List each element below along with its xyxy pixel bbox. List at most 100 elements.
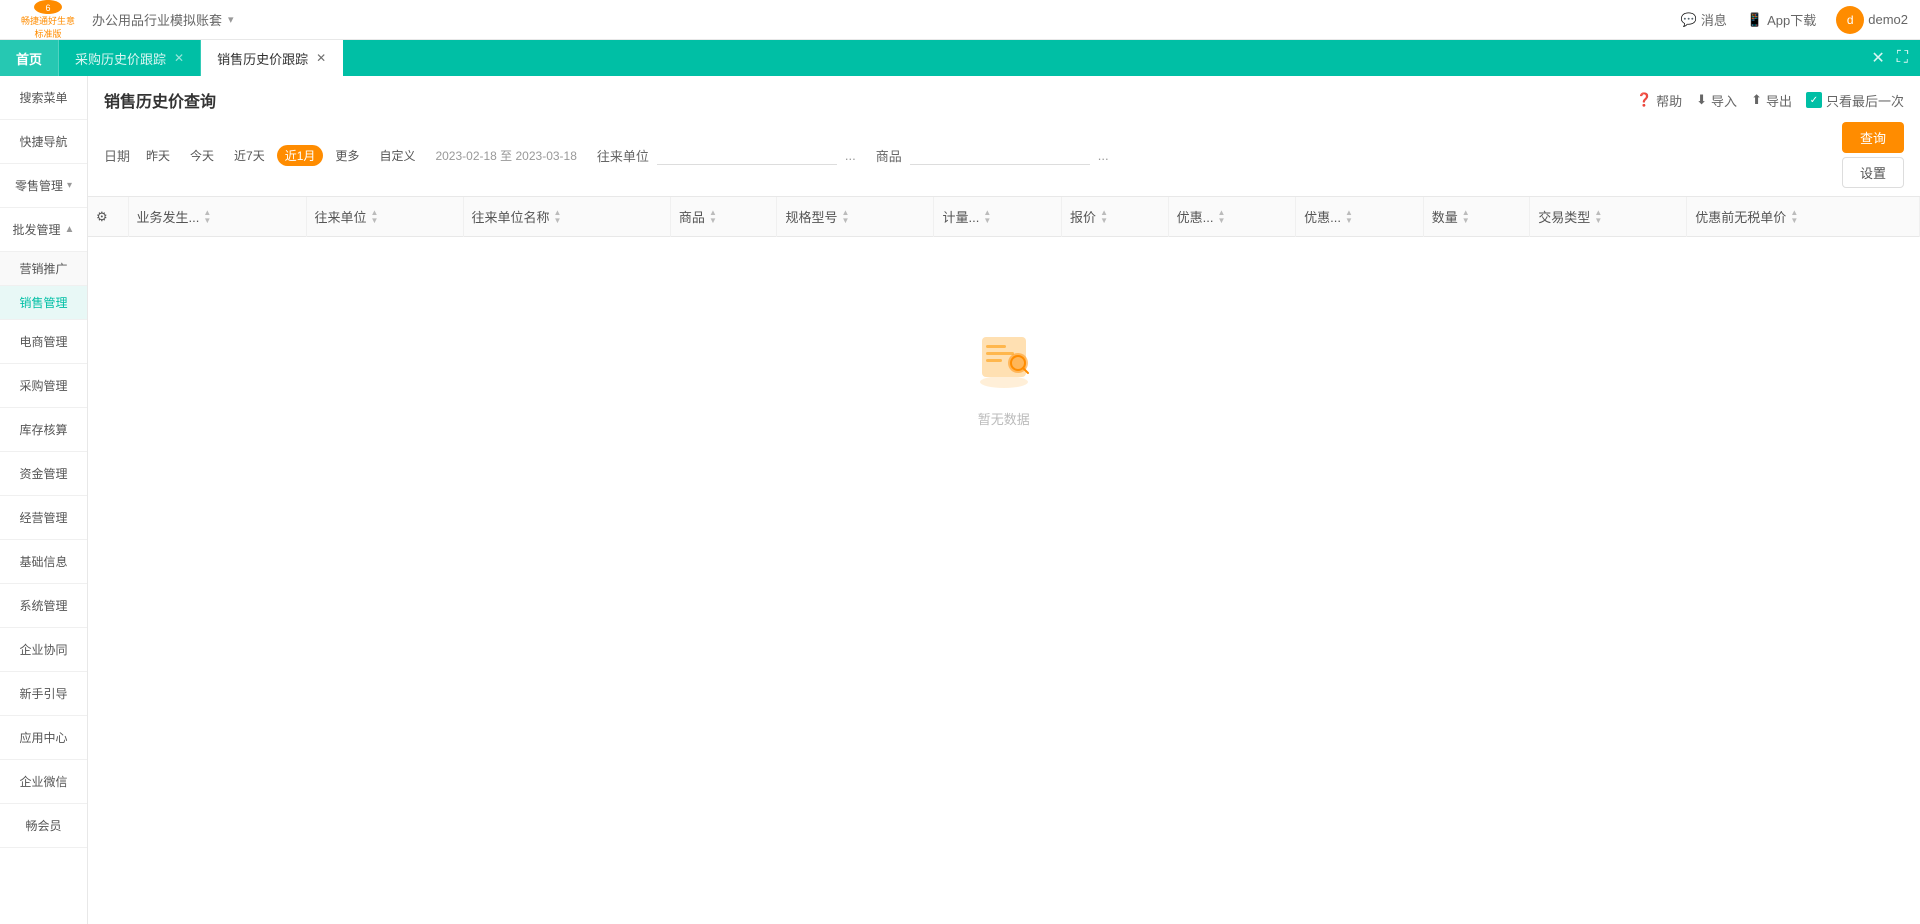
date-filter-label: 日期	[104, 146, 130, 165]
only-last-label: 只看最后一次	[1826, 91, 1904, 110]
app-download-icon: 📱	[1747, 12, 1763, 28]
date-chip-custom[interactable]: 自定义	[371, 145, 423, 166]
source-filter-group: 往来单位 ...	[597, 145, 856, 165]
page-title: 销售历史价查询	[104, 88, 216, 112]
goods-input[interactable]	[910, 145, 1090, 165]
date-chip-yesterday[interactable]: 昨天	[138, 145, 178, 166]
date-filter-group: 日期 昨天 今天 近7天 近1月 更多 自定义 2023-02-18 至 202…	[104, 145, 577, 166]
th-trade-type-label: 交易类型	[1538, 207, 1590, 226]
sidebar-item-marketing[interactable]: 营销推广	[0, 252, 87, 286]
app-download-action[interactable]: 📱 App下载	[1747, 10, 1816, 29]
date-chip-today[interactable]: 今天	[182, 145, 222, 166]
sidebar-item-finance[interactable]: 资金管理	[0, 452, 87, 496]
page-header: 销售历史价查询 ❓ 帮助 ⬇ 导入 ⬆ 导出 ✓	[88, 76, 1920, 197]
query-button[interactable]: 查询	[1842, 122, 1904, 153]
sidebar-item-app-center[interactable]: 应用中心	[0, 716, 87, 760]
tab-maximize-icon[interactable]: ⛶	[1897, 49, 1908, 67]
help-label: 帮助	[1656, 91, 1682, 110]
tab-purchase-history[interactable]: 采购历史价跟踪 ✕	[59, 40, 201, 76]
tab-sales-history[interactable]: 销售历史价跟踪 ✕	[201, 40, 343, 76]
th-discount1[interactable]: 优惠... ▲▼	[1168, 197, 1296, 237]
sidebar-item-marketing-label: 营销推广	[19, 260, 67, 277]
workspace-chevron[interactable]: ▾	[228, 13, 234, 26]
sort-arrows-discount2: ▲▼	[1345, 209, 1353, 225]
sort-arrows-business-date: ▲▼	[203, 209, 211, 225]
sidebar-item-wechat-label: 企业微信	[19, 773, 67, 790]
sidebar-item-inventory[interactable]: 库存核算	[0, 408, 87, 452]
sidebar-item-quick-nav[interactable]: 快捷导航	[0, 120, 87, 164]
filter-buttons: 查询 设置	[1842, 122, 1904, 188]
page-actions: ❓ 帮助 ⬇ 导入 ⬆ 导出 ✓ 只看最后一次	[1636, 91, 1904, 110]
app-download-label: App下载	[1767, 10, 1816, 29]
message-action[interactable]: 💬 消息	[1681, 10, 1727, 29]
sidebar: 搜索菜单 快捷导航 零售管理 ▾ 批发管理 ▲ 营销推广 销售管理 电商管理 采…	[0, 76, 88, 924]
th-quantity[interactable]: 数量 ▲▼	[1423, 197, 1530, 237]
sidebar-item-ecom-mgmt[interactable]: 电商管理	[0, 320, 87, 364]
sidebar-item-operations[interactable]: 经营管理	[0, 496, 87, 540]
empty-state-row: 暂无数据	[88, 237, 1920, 509]
only-last-action[interactable]: ✓ 只看最后一次	[1806, 91, 1904, 110]
sidebar-item-search-menu-label: 搜索菜单	[19, 89, 67, 106]
sidebar-item-system[interactable]: 系统管理	[0, 584, 87, 628]
export-action[interactable]: ⬆ 导出	[1751, 91, 1792, 110]
date-chip-last1m[interactable]: 近1月	[277, 145, 324, 166]
user-name: demo2	[1868, 12, 1908, 27]
th-spec[interactable]: 规格型号 ▲▼	[777, 197, 934, 237]
th-partner-name[interactable]: 往来单位名称 ▲▼	[463, 197, 670, 237]
th-settings[interactable]: ⚙	[88, 197, 128, 237]
help-action[interactable]: ❓ 帮助	[1636, 91, 1682, 110]
tab-sales-history-close[interactable]: ✕	[316, 51, 326, 65]
workspace-title-area: 办公用品行业模拟账套 ▾	[92, 10, 1681, 29]
sort-arrows-goods: ▲▼	[709, 209, 717, 225]
sidebar-item-purchase-mgmt[interactable]: 采购管理	[0, 364, 87, 408]
goods-dots: ...	[1098, 148, 1109, 163]
sidebar-item-search-menu[interactable]: 搜索菜单	[0, 76, 87, 120]
sidebar-item-member[interactable]: 畅会员	[0, 804, 87, 848]
sidebar-item-enterprise-label: 企业协同	[19, 641, 67, 658]
user-action[interactable]: d demo2	[1836, 6, 1908, 34]
th-quote[interactable]: 报价 ▲▼	[1062, 197, 1169, 237]
tab-close-window-icon[interactable]: ✕	[1871, 48, 1884, 68]
sidebar-item-retail-mgmt[interactable]: 零售管理 ▾	[0, 164, 87, 208]
message-label: 消息	[1701, 10, 1727, 29]
app-logo: 6 畅捷通好生意 标准版	[12, 2, 84, 38]
main-layout: 搜索菜单 快捷导航 零售管理 ▾ 批发管理 ▲ 营销推广 销售管理 电商管理 采…	[0, 76, 1920, 924]
help-icon: ❓	[1636, 92, 1652, 108]
th-quantity-label: 数量	[1432, 207, 1458, 226]
sidebar-item-enterprise[interactable]: 企业协同	[0, 628, 87, 672]
page-title-row: 销售历史价查询 ❓ 帮助 ⬇ 导入 ⬆ 导出 ✓	[104, 88, 1904, 112]
source-input[interactable]	[657, 145, 837, 165]
data-table: ⚙ 业务发生... ▲▼ 往来单位	[88, 197, 1920, 508]
table-settings-icon[interactable]: ⚙	[96, 209, 108, 224]
th-unit[interactable]: 计量... ▲▼	[934, 197, 1062, 237]
empty-icon	[964, 317, 1044, 397]
sidebar-item-wechat[interactable]: 企业微信	[0, 760, 87, 804]
sidebar-item-basic-info[interactable]: 基础信息	[0, 540, 87, 584]
th-trade-type[interactable]: 交易类型 ▲▼	[1530, 197, 1687, 237]
th-pre-tax-price[interactable]: 优惠前无税单价 ▲▼	[1687, 197, 1920, 237]
tab-bar-controls: ✕ ⛶	[1859, 40, 1920, 76]
source-dots: ...	[845, 148, 856, 163]
sidebar-item-sales-mgmt[interactable]: 销售管理	[0, 286, 87, 320]
sidebar-item-guide[interactable]: 新手引导	[0, 672, 87, 716]
avatar: d	[1836, 6, 1864, 34]
settings-button[interactable]: 设置	[1842, 157, 1904, 188]
sidebar-item-wholesale-mgmt[interactable]: 批发管理 ▲	[0, 208, 87, 252]
th-discount2[interactable]: 优惠... ▲▼	[1296, 197, 1424, 237]
sort-arrows-discount1: ▲▼	[1217, 209, 1225, 225]
logo-text: 畅捷通好生意	[21, 14, 75, 27]
tab-home-label: 首页	[16, 49, 42, 68]
tab-home[interactable]: 首页	[0, 40, 59, 76]
table-container: ⚙ 业务发生... ▲▼ 往来单位	[88, 197, 1920, 924]
tab-purchase-history-close[interactable]: ✕	[174, 51, 184, 65]
import-icon: ⬇	[1696, 92, 1707, 108]
th-partner[interactable]: 往来单位 ▲▼	[306, 197, 463, 237]
th-goods[interactable]: 商品 ▲▼	[670, 197, 777, 237]
sidebar-item-wholesale-mgmt-label: 批发管理	[13, 221, 61, 238]
sidebar-item-quick-nav-label: 快捷导航	[19, 133, 67, 150]
th-business-date[interactable]: 业务发生... ▲▼	[128, 197, 306, 237]
date-chip-more[interactable]: 更多	[327, 145, 367, 166]
th-business-date-label: 业务发生...	[137, 207, 200, 226]
import-action[interactable]: ⬇ 导入	[1696, 91, 1737, 110]
date-chip-last7[interactable]: 近7天	[226, 145, 273, 166]
